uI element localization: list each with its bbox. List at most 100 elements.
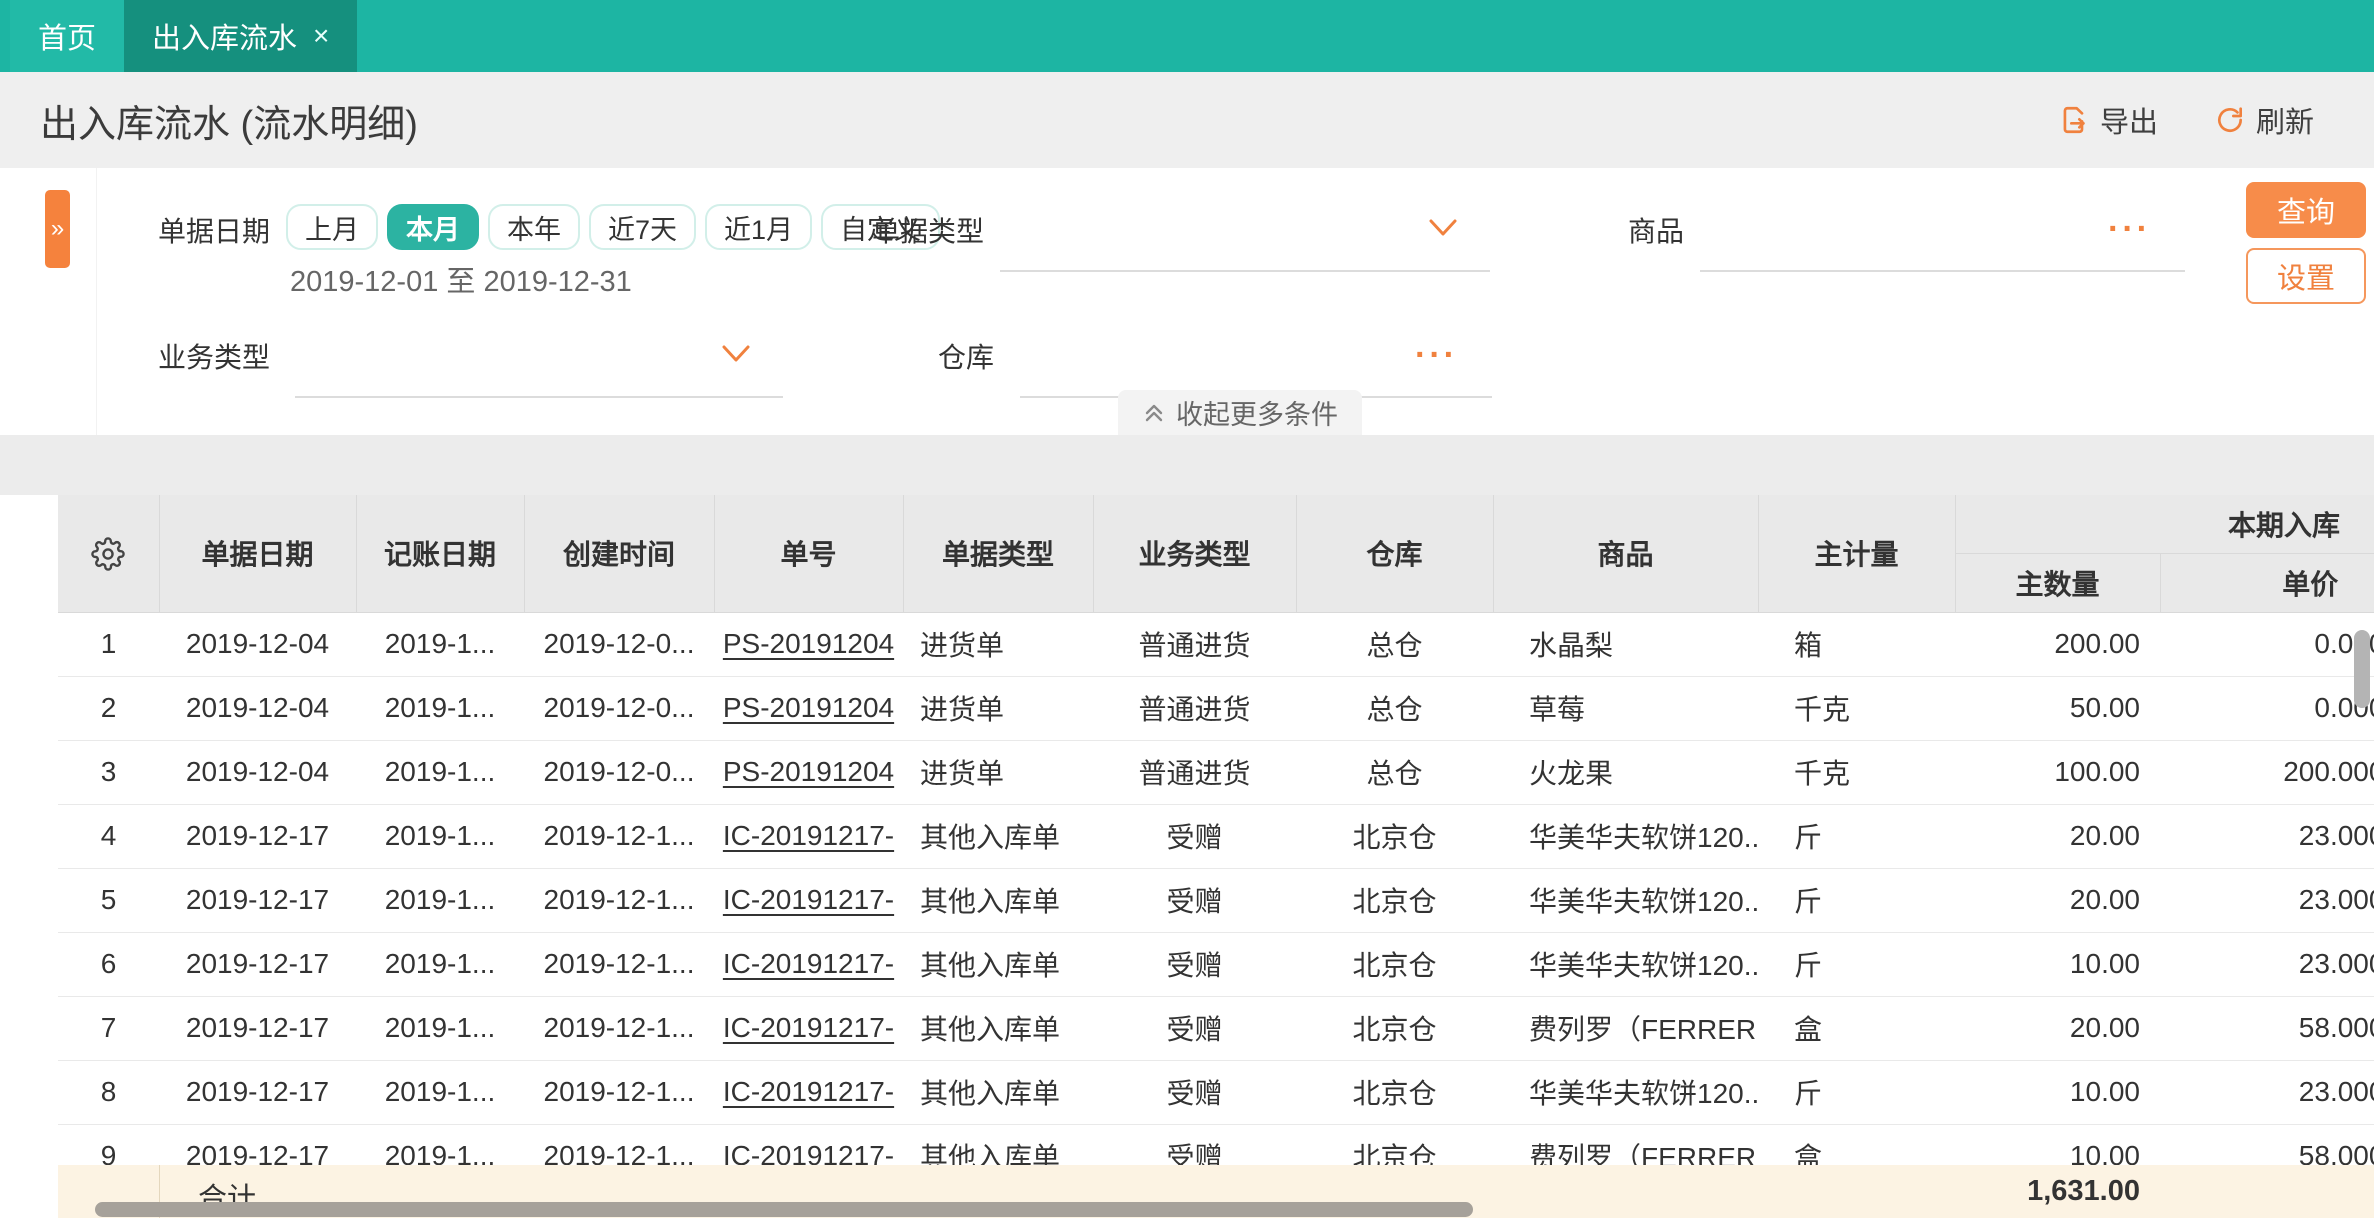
cell-index: 2 bbox=[58, 676, 159, 741]
tab-stock-flow-label: 出入库流水 bbox=[152, 23, 298, 55]
refresh-button[interactable]: 刷新 bbox=[2214, 99, 2314, 141]
chevron-down-icon[interactable] bbox=[1428, 218, 1458, 238]
doc-no-link[interactable]: IC-20191217- bbox=[723, 1076, 894, 1107]
cell-unit: 斤 bbox=[1758, 932, 1955, 997]
table-row: 6 2019-12-17 2019-1... 2019-12-1... IC-20191… bbox=[58, 932, 2374, 997]
cell-unit: 千克 bbox=[1758, 676, 1955, 741]
cell-price: 23.0000 bbox=[2160, 932, 2374, 997]
cell-qty: 20.00 bbox=[1955, 804, 2160, 869]
app-window: 首页 出入库流水 × 出入库流水 (流水明细) 导出 刷新 » 单据日期 上月本… bbox=[0, 0, 2374, 1218]
tab-close-icon[interactable]: × bbox=[313, 22, 329, 50]
warehouse-field: ··· bbox=[1020, 328, 1492, 398]
cell-qty: 100.00 bbox=[1955, 740, 2160, 805]
cell-doc_type: 进货单 bbox=[903, 740, 1093, 805]
cell-qty: 10.00 bbox=[1955, 932, 2160, 997]
cell-doc_no[interactable]: IC-20191217- bbox=[714, 868, 903, 933]
cell-warehouse: 总仓 bbox=[1296, 740, 1493, 805]
chevron-down-icon[interactable] bbox=[721, 344, 751, 364]
doc-no-link[interactable]: IC-20191217- bbox=[723, 948, 894, 979]
cell-goods: 水晶梨 bbox=[1493, 612, 1758, 677]
cell-unit: 盒 bbox=[1758, 996, 1955, 1061]
cell-doc_no[interactable]: IC-20191217- bbox=[714, 1060, 903, 1125]
refresh-icon bbox=[2218, 107, 2242, 132]
cell-create_time: 2019-12-1... bbox=[524, 932, 714, 997]
doc-no-link[interactable]: PS-20191204 bbox=[723, 692, 894, 723]
cell-create_time: 2019-12-0... bbox=[524, 676, 714, 741]
cell-biz_type: 普通进货 bbox=[1093, 676, 1296, 741]
cell-doc_date: 2019-12-17 bbox=[159, 1060, 356, 1125]
tab-stock-flow[interactable]: 出入库流水 × bbox=[124, 0, 358, 72]
cell-qty: 50.00 bbox=[1955, 676, 2160, 741]
cell-warehouse: 北京仓 bbox=[1296, 868, 1493, 933]
cell-doc_no[interactable]: IC-20191217- bbox=[714, 932, 903, 997]
column-header-create_time: 创建时间 bbox=[524, 495, 715, 613]
collapse-conditions-button[interactable]: 收起更多条件 bbox=[1118, 390, 1362, 435]
more-options-icon[interactable]: ··· bbox=[2108, 212, 2151, 246]
cell-account_date: 2019-1... bbox=[356, 804, 524, 869]
cell-biz_type: 受赠 bbox=[1093, 868, 1296, 933]
query-button[interactable]: 查询 bbox=[2246, 182, 2366, 238]
cell-index: 5 bbox=[58, 868, 159, 933]
cell-price: 200.0000 bbox=[2160, 740, 2374, 805]
cell-doc_no[interactable]: IC-20191217- bbox=[714, 996, 903, 1061]
column-settings-button[interactable] bbox=[58, 495, 160, 613]
vertical-scrollbar-thumb[interactable] bbox=[2354, 630, 2370, 708]
cell-price: 0.0000 bbox=[2160, 676, 2374, 741]
filter-panel: » 单据日期 上月 本月 本年 近7天 近1月 自定义 2019-12-01 至 2019… bbox=[0, 168, 2374, 435]
biz-type-input[interactable] bbox=[299, 342, 723, 386]
expand-sidebar-button[interactable]: » bbox=[45, 190, 70, 268]
cell-doc_no[interactable]: PS-20191204 bbox=[714, 612, 903, 677]
column-group-inbound: 本期入库 bbox=[1955, 495, 2374, 554]
cell-doc_no[interactable]: PS-20191204 bbox=[714, 676, 903, 741]
cell-goods: 草莓 bbox=[1493, 676, 1758, 741]
double-chevron-up-icon bbox=[1145, 404, 1163, 421]
date-pill-1[interactable]: 本月 bbox=[387, 204, 479, 250]
cell-account_date: 2019-1... bbox=[356, 740, 524, 805]
tab-home[interactable]: 首页 bbox=[10, 0, 125, 72]
cell-doc_date: 2019-12-04 bbox=[159, 740, 356, 805]
cell-warehouse: 北京仓 bbox=[1296, 1060, 1493, 1125]
cell-doc_type: 其他入库单 bbox=[903, 804, 1093, 869]
cell-index: 8 bbox=[58, 1060, 159, 1125]
horizontal-scrollbar-thumb[interactable] bbox=[95, 1202, 1473, 1217]
cell-doc_date: 2019-12-17 bbox=[159, 996, 356, 1061]
cell-index: 6 bbox=[58, 932, 159, 997]
cell-price: 23.0000 bbox=[2160, 804, 2374, 869]
cell-biz_type: 受赠 bbox=[1093, 804, 1296, 869]
cell-account_date: 2019-1... bbox=[356, 996, 524, 1061]
date-pill-0[interactable]: 上月 bbox=[286, 204, 378, 250]
doc-no-link[interactable]: IC-20191217- bbox=[723, 820, 894, 851]
cell-index: 1 bbox=[58, 612, 159, 677]
warehouse-input[interactable] bbox=[1024, 342, 1432, 386]
refresh-label: 刷新 bbox=[2255, 107, 2314, 139]
cell-goods: 费列罗（FERRER... bbox=[1493, 996, 1758, 1061]
cell-doc_no[interactable]: PS-20191204 bbox=[714, 740, 903, 805]
column-header-doc_type: 单据类型 bbox=[903, 495, 1094, 613]
date-pill-3[interactable]: 近7天 bbox=[589, 204, 697, 250]
doc-no-link[interactable]: PS-20191204 bbox=[723, 756, 894, 787]
cell-account_date: 2019-1... bbox=[356, 612, 524, 677]
cell-doc_no[interactable]: IC-20191217- bbox=[714, 804, 903, 869]
doc-type-input[interactable] bbox=[1004, 216, 1430, 260]
column-header-qty: 主数量 bbox=[1955, 553, 2161, 613]
table-row: 3 2019-12-04 2019-1... 2019-12-0... PS-20191… bbox=[58, 740, 2374, 805]
date-pill-4[interactable]: 近1月 bbox=[705, 204, 813, 250]
column-header-unit: 主计量 bbox=[1758, 495, 1956, 613]
cell-price: 58.0000 bbox=[2160, 996, 2374, 1061]
export-button[interactable]: 导出 bbox=[2058, 99, 2158, 141]
settings-button[interactable]: 设置 bbox=[2246, 248, 2366, 304]
doc-no-link[interactable]: PS-20191204 bbox=[723, 628, 894, 659]
cell-unit: 斤 bbox=[1758, 804, 1955, 869]
table-row: 2 2019-12-04 2019-1... 2019-12-0... PS-20191… bbox=[58, 676, 2374, 741]
goods-input[interactable] bbox=[1704, 216, 2125, 260]
doc-no-link[interactable]: IC-20191217- bbox=[723, 884, 894, 915]
cell-doc_type: 其他入库单 bbox=[903, 932, 1093, 997]
cell-qty: 20.00 bbox=[1955, 868, 2160, 933]
date-range-text[interactable]: 2019-12-01 至 2019-12-31 bbox=[290, 258, 632, 300]
doc-no-link[interactable]: IC-20191217- bbox=[723, 1012, 894, 1043]
cell-account_date: 2019-1... bbox=[356, 1060, 524, 1125]
tab-bar: 首页 出入库流水 × bbox=[0, 0, 2374, 72]
cell-doc_date: 2019-12-17 bbox=[159, 804, 356, 869]
date-pill-2[interactable]: 本年 bbox=[488, 204, 580, 250]
more-options-icon[interactable]: ··· bbox=[1415, 338, 1458, 372]
